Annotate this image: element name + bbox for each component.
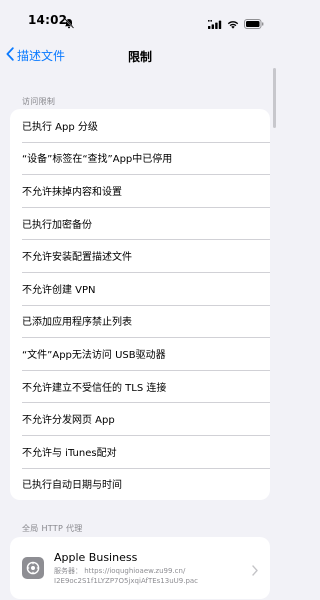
signal-icon <box>208 14 222 33</box>
list-item: “文件”App无法访问 USB驱动器 <box>10 337 270 370</box>
list-item: “设备”标签在“查找”App中已停用 <box>10 141 270 175</box>
proxy-server-line-1: 服务器： https://ioqughioaew.zu99.cn/ <box>54 566 186 575</box>
list-item: 不允许分发网页 App <box>10 402 270 435</box>
navigation-bar: 描述文件 限制 <box>0 40 280 70</box>
list-item: 已执行加密备份 <box>10 206 270 240</box>
restrictions-list: 已执行 App 分级 “设备”标签在“查找”App中已停用 不允许抹掉内容和设置… <box>10 109 270 501</box>
list-item: 不允许建立不受信任的 TLS 连接 <box>10 369 270 403</box>
battery-icon <box>244 14 264 33</box>
proxy-server-line-2: I2E9oc2S1f1LYZP7O5jxqiAfTEs13uU9.pac <box>54 576 199 585</box>
wifi-icon <box>227 14 239 33</box>
scrollbar[interactable] <box>273 68 276 128</box>
status-icons <box>208 14 264 33</box>
proxy-name: Apple Business <box>54 550 138 564</box>
bell-muted-icon <box>64 14 75 33</box>
proxy-group: Apple Business 服务器： https://ioqughioaew.… <box>10 537 270 599</box>
list-item: 不允许抹掉内容和设置 <box>10 174 270 207</box>
list-item: 已执行自动日期与时间 <box>10 467 270 501</box>
list-item: 不允许安装配置描述文件 <box>10 239 270 272</box>
list-item: 不允许与 iTunes配对 <box>10 434 270 468</box>
proxy-details: Apple Business 服务器： https://ioqughioaew.… <box>54 551 250 586</box>
section-header-proxy: 全局 HTTP 代理 <box>22 524 83 533</box>
section-header-restrictions: 访问限制 <box>22 97 56 106</box>
proxy-settings-icon <box>22 557 44 579</box>
list-item: 不允许创建 VPN <box>10 271 270 305</box>
chevron-right-icon <box>252 561 258 580</box>
page-title: 限制 <box>127 50 152 64</box>
status-time: 14:02 <box>28 13 68 27</box>
proxy-row[interactable]: Apple Business 服务器： https://ioqughioaew.… <box>10 537 270 599</box>
list-item: 已执行 App 分级 <box>22 121 98 133</box>
list-item: 已添加应用程序禁止列表 <box>10 304 270 338</box>
status-bar: 14:02 <box>0 0 280 40</box>
